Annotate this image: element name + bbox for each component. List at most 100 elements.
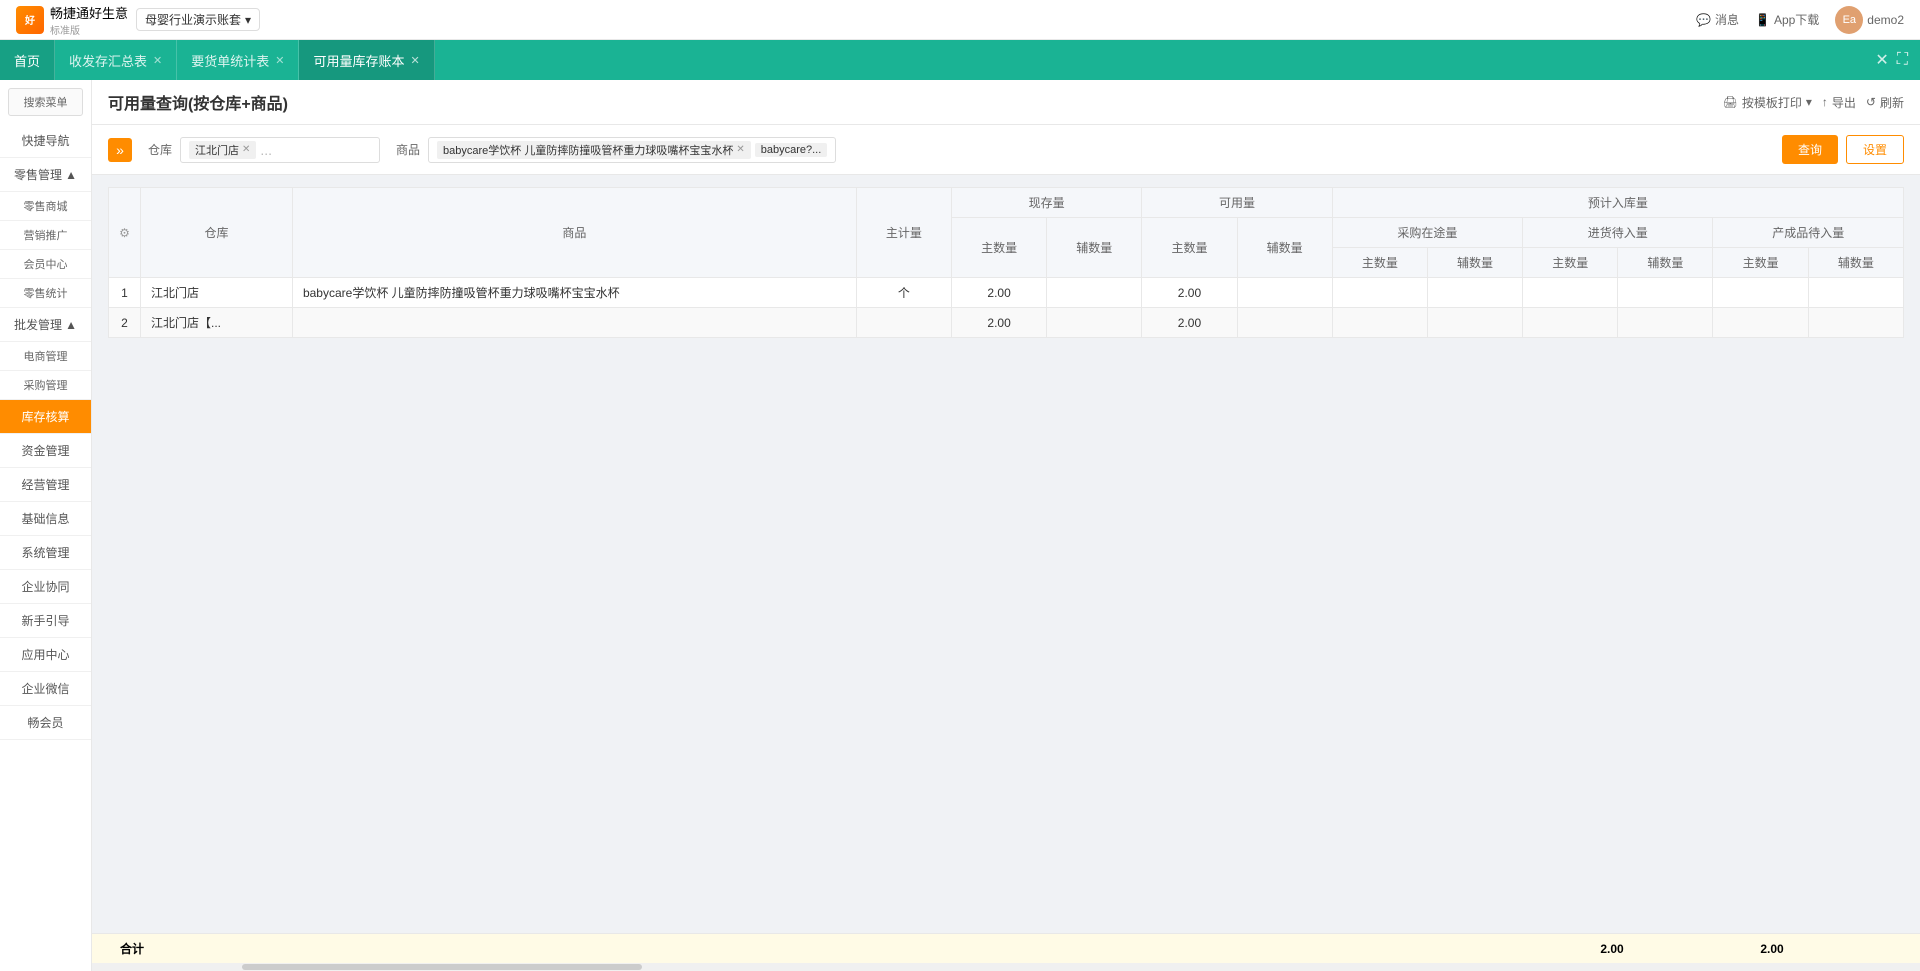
sidebar-item-marketing[interactable]: 营销推广 <box>0 221 91 250</box>
query-btn[interactable]: 查询 <box>1782 135 1838 164</box>
sidebar-item-enterprise[interactable]: 企业协同 <box>0 570 91 604</box>
sidebar-item-wholesale[interactable]: 批发管理 ▲ <box>0 308 91 342</box>
row1-purchase-main <box>1332 278 1427 308</box>
col-avail-main-header: 主数量 <box>1142 218 1237 278</box>
tab-order-close[interactable]: ✕ <box>275 54 284 67</box>
industry-selector[interactable]: 母婴行业演示账套 ▾ <box>136 8 260 31</box>
footer-avail-main: 2.00 <box>1732 942 1812 956</box>
sidebar-item-quick-nav[interactable]: 快捷导航 <box>0 124 91 158</box>
sidebar-item-operations[interactable]: 经营管理 <box>0 468 91 502</box>
table-row: 2 江北门店【... 2.00 2.00 <box>109 308 1904 338</box>
row2-avail-aux <box>1237 308 1332 338</box>
col-stock-group-header: 现存量 <box>951 188 1141 218</box>
row1-avail-aux <box>1237 278 1332 308</box>
sidebar-search-btn[interactable]: 搜索菜单 <box>8 88 83 116</box>
settings-btn[interactable]: 设置 <box>1846 135 1904 164</box>
row1-goods: babycare学饮杯 儿童防摔防撞吸管杯重力球吸嘴杯宝宝水杯 <box>292 278 856 308</box>
tab-receive[interactable]: 收发存汇总表 ✕ <box>55 40 177 80</box>
row2-warehouse: 江北门店【... <box>141 308 293 338</box>
filter-warehouse-tag-close[interactable]: ✕ <box>242 144 250 155</box>
row2-incoming-main <box>1523 308 1618 338</box>
footer-stock-main: 2.00 <box>1572 942 1652 956</box>
filter-action-btns: 查询 设置 <box>1782 135 1904 164</box>
logo-text: 畅捷通好生意 标准版 <box>50 3 128 37</box>
page-actions: 🖨 按模板打印 ▾ ↑ 导出 ↺ 刷新 <box>1723 94 1904 111</box>
row1-purchase-aux <box>1427 278 1522 308</box>
tab-order[interactable]: 要货单统计表 ✕ <box>177 40 299 80</box>
print-chevron-icon: ▾ <box>1806 95 1812 109</box>
sidebar-item-inventory-mgmt[interactable]: 库存核算 <box>0 400 91 434</box>
row1-production-main <box>1713 278 1808 308</box>
row2-purchase-aux <box>1427 308 1522 338</box>
sidebar-item-new-guide[interactable]: 新手引导 <box>0 604 91 638</box>
row2-avail-main: 2.00 <box>1142 308 1237 338</box>
row1-warehouse: 江北门店 <box>141 278 293 308</box>
message-btn[interactable]: 💬 消息 <box>1696 11 1739 28</box>
table-container: ⚙ 仓库 商品 主计量 现存量 可用量 预计入库量 主数量 辅数量 主数量 辅数… <box>92 175 1920 933</box>
col-settings: ⚙ <box>109 188 141 278</box>
refresh-btn[interactable]: ↺ 刷新 <box>1866 94 1904 111</box>
sidebar-item-member[interactable]: 会员中心 <box>0 250 91 279</box>
col-inbound-group-header: 预计入库量 <box>1332 188 1903 218</box>
sidebar-item-finance[interactable]: 资金管理 <box>0 434 91 468</box>
col-avail-group-header: 可用量 <box>1142 188 1332 218</box>
app-download-btn[interactable]: 📱 App下载 <box>1755 11 1819 28</box>
col-avail-aux-header: 辅数量 <box>1237 218 1332 278</box>
tab-home[interactable]: 首页 <box>0 40 55 80</box>
tab-inventory[interactable]: 可用量库存账本 ✕ <box>299 40 434 80</box>
col-purchase-group-header: 采购在途量 <box>1332 218 1522 248</box>
sidebar-item-zero-mall[interactable]: 零售商城 <box>0 192 91 221</box>
maximize-icon[interactable]: ⛶ <box>1897 51 1908 69</box>
filter-goods-tag-1-close[interactable]: ✕ <box>736 144 744 155</box>
filter-bar: » 仓库 江北门店 ✕ ... 商品 babycare学饮杯 儿童防摔防撞吸管杯… <box>92 125 1920 175</box>
sidebar-item-purchase[interactable]: 采购管理 <box>0 371 91 400</box>
row1-incoming-aux <box>1618 278 1713 308</box>
export-btn[interactable]: ↑ 导出 <box>1822 94 1856 111</box>
tab-receive-close[interactable]: ✕ <box>153 54 162 67</box>
avatar: Ea <box>1835 6 1863 34</box>
row1-avail-main: 2.00 <box>1142 278 1237 308</box>
filter-goods-tag-1: babycare学饮杯 儿童防摔防撞吸管杯重力球吸嘴杯宝宝水杯 ✕ <box>437 141 751 159</box>
user-name: demo2 <box>1867 13 1904 27</box>
col-purchase-main-header: 主数量 <box>1332 248 1427 278</box>
filter-goods-input[interactable]: babycare学饮杯 儿童防摔防撞吸管杯重力球吸嘴杯宝宝水杯 ✕ babyca… <box>428 137 836 163</box>
filter-goods-label: 商品 <box>396 141 420 158</box>
sidebar-item-zero-sales[interactable]: 零售管理 ▲ <box>0 158 91 192</box>
gear-icon[interactable]: ⚙ <box>119 226 130 240</box>
row2-unit <box>856 308 951 338</box>
logo-subtitle: 标准版 <box>50 22 128 37</box>
col-unit-header: 主计量 <box>856 188 951 278</box>
footer-label: 合计 <box>120 940 144 957</box>
row2-production-aux <box>1808 308 1903 338</box>
export-icon: ↑ <box>1822 95 1828 109</box>
print-btn[interactable]: 🖨 按模板打印 ▾ <box>1723 94 1812 111</box>
page-title: 可用量查询(按仓库+商品) <box>108 90 288 114</box>
close-window-icon[interactable]: ✕ <box>1875 50 1888 70</box>
sidebar-item-ecommerce[interactable]: 电商管理 <box>0 342 91 371</box>
filter-toggle-btn[interactable]: » <box>108 138 132 162</box>
top-bar-left: 好 畅捷通好生意 标准版 母婴行业演示账套 ▾ <box>16 3 260 37</box>
sidebar-item-system[interactable]: 系统管理 <box>0 536 91 570</box>
col-stock-aux-header: 辅数量 <box>1047 218 1142 278</box>
filter-goods-tag-2: babycare?... <box>755 143 828 157</box>
col-stock-main-header: 主数量 <box>951 218 1046 278</box>
tab-inventory-close[interactable]: ✕ <box>411 54 420 67</box>
table-row: 1 江北门店 babycare学饮杯 儿童防摔防撞吸管杯重力球吸嘴杯宝宝水杯 个… <box>109 278 1904 308</box>
col-production-main-header: 主数量 <box>1713 248 1808 278</box>
sidebar-item-enterprise-wechat[interactable]: 企业微信 <box>0 672 91 706</box>
row1-production-aux <box>1808 278 1903 308</box>
sidebar-item-member2[interactable]: 畅会员 <box>0 706 91 740</box>
filter-warehouse-more: ... <box>260 142 272 158</box>
col-incoming-aux-header: 辅数量 <box>1618 248 1713 278</box>
main-layout: 搜索菜单 快捷导航 零售管理 ▲ 零售商城 营销推广 会员中心 零售统计 批发管… <box>0 80 1920 971</box>
nav-tabs-bar: 首页 收发存汇总表 ✕ 要货单统计表 ✕ 可用量库存账本 ✕ ✕ ⛶ <box>0 40 1920 80</box>
sidebar-item-zero-stats[interactable]: 零售统计 <box>0 279 91 308</box>
user-menu[interactable]: Ea demo2 <box>1835 6 1904 34</box>
sidebar-item-basic-info[interactable]: 基础信息 <box>0 502 91 536</box>
scroll-bar-thumb[interactable] <box>242 964 642 970</box>
content-area: 可用量查询(按仓库+商品) 🖨 按模板打印 ▾ ↑ 导出 ↺ 刷新 <box>92 80 1920 971</box>
scroll-bar-area <box>92 963 1920 971</box>
chevron-down-icon: ▾ <box>245 13 251 27</box>
sidebar-item-app-center[interactable]: 应用中心 <box>0 638 91 672</box>
filter-warehouse-input[interactable]: 江北门店 ✕ ... <box>180 137 380 163</box>
